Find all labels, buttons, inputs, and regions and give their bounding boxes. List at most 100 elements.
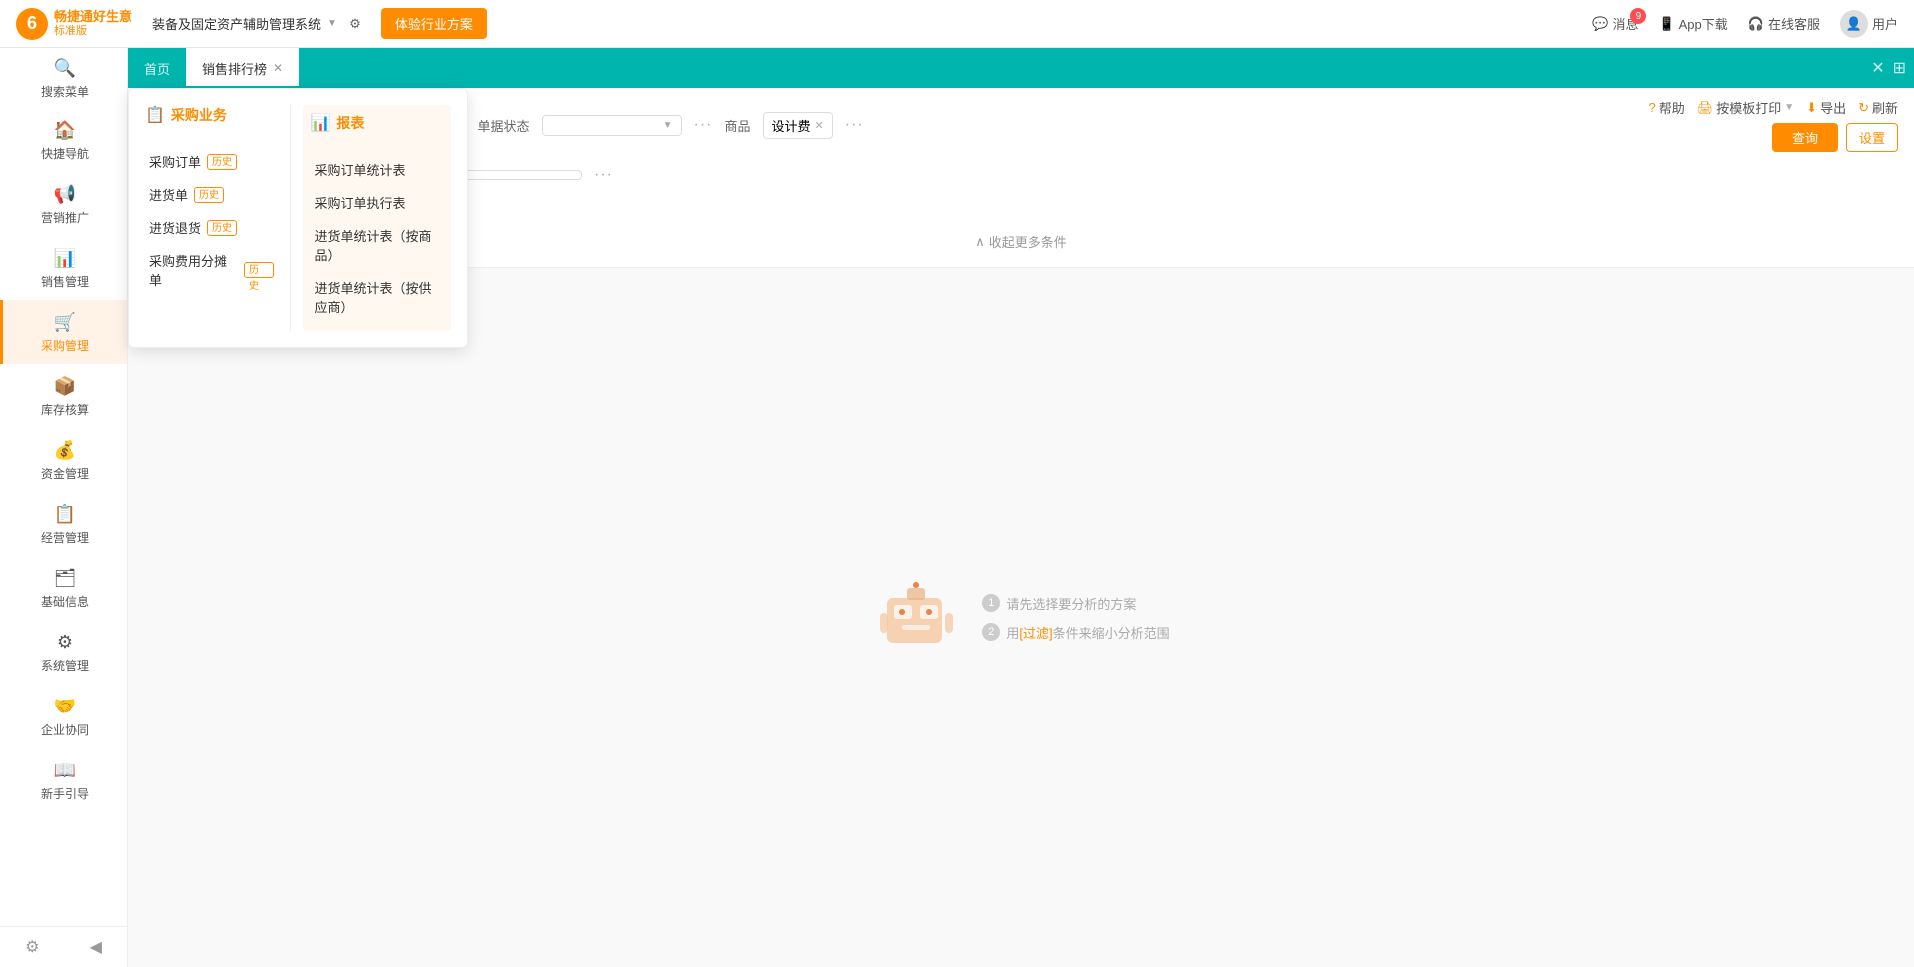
empty-state-text: 1 请先选择要分析的方案 2 用[过滤]条件来缩小分析范围 xyxy=(982,594,1169,642)
user-avatar: 👤 xyxy=(1840,10,1868,38)
search-icon: 🔍 xyxy=(54,58,76,79)
online-service-action[interactable]: 🎧 在线客服 xyxy=(1748,14,1820,33)
sidebar-settings-icon[interactable]: ⚙ xyxy=(25,937,39,957)
system-title-arrow-icon: ▼ xyxy=(327,18,337,29)
empty-state-wrapper: 1 请先选择要分析的方案 2 用[过滤]条件来缩小分析范围 xyxy=(872,573,1169,663)
message-icon: 💬 xyxy=(1592,16,1608,32)
purchase-icon: 🛒 xyxy=(54,312,76,333)
sidebar-item-cooperation[interactable]: 🤝 企业协同 xyxy=(0,684,127,748)
user-label: 用户 xyxy=(1872,14,1898,33)
dropdown-item-goods-receipt-stats-supplier[interactable]: 进货单统计表（按供应商） xyxy=(311,271,444,323)
tab-sales-rank[interactable]: 销售排行榜 ✕ xyxy=(186,48,299,88)
dropdown-item-purchase-order-exec[interactable]: 采购订单执行表 xyxy=(311,186,444,219)
voucher-status-label: 单据状态 xyxy=(478,116,530,135)
goods-label: 商品 xyxy=(725,116,751,135)
message-action[interactable]: 💬 消息 9 xyxy=(1592,14,1638,33)
empty-hint-1: 1 请先选择要分析的方案 xyxy=(982,594,1169,613)
help-action[interactable]: ? 帮助 xyxy=(1648,98,1684,117)
headset-icon: 🎧 xyxy=(1748,16,1764,32)
dropdown-cols: 📋 采购业务 采购订单 历史 进货单 历史 进货退货 历史 采购费用分摊单 xyxy=(145,105,451,331)
top-bar: 6 畅捷通好生意 标准版 装备及固定资产辅助管理系统 ▼ ⚙ 体验行业方案 💬 … xyxy=(0,0,1914,48)
phone-icon: 📱 xyxy=(1658,16,1674,32)
user-action[interactable]: 👤 用户 xyxy=(1840,10,1898,38)
goods-tag-close-icon[interactable]: ✕ xyxy=(815,119,824,132)
dropdown-col1-title: 📋 采购业务 xyxy=(145,105,278,133)
settings-icon-btn[interactable]: ⚙ xyxy=(341,10,369,38)
print-icon: 🖨 xyxy=(1697,100,1714,116)
voucher-status-dots[interactable]: ··· xyxy=(694,116,713,134)
help-label: 帮助 xyxy=(1659,98,1685,117)
tab-home[interactable]: 首页 xyxy=(128,48,186,88)
basic-info-icon: 🗂 xyxy=(54,568,77,589)
sidebar-search-label: 搜索菜单 xyxy=(41,83,89,100)
voucher-status-input[interactable]: ▼ xyxy=(542,115,682,136)
history-badge-goods-return: 历史 xyxy=(207,220,237,236)
system-title-text: 装备及固定资产辅助管理系统 xyxy=(152,14,321,33)
app-download-label: App下载 xyxy=(1679,14,1728,33)
sidebar-collapse-icon[interactable]: ◀ xyxy=(90,937,102,957)
app-download-action[interactable]: 📱 App下载 xyxy=(1658,14,1727,33)
dropdown-item-goods-receipt[interactable]: 进货单 历史 xyxy=(145,178,278,211)
dropdown-item-purchase-order[interactable]: 采购订单 历史 xyxy=(145,145,278,178)
system-icon: ⚙ xyxy=(57,632,73,653)
cooperation-icon: 🤝 xyxy=(54,696,76,717)
home-icon: 🏠 xyxy=(54,120,76,141)
sidebar-item-sales[interactable]: 📊 销售管理 xyxy=(0,236,127,300)
inventory-icon: 📦 xyxy=(54,376,76,397)
sidebar-item-finance[interactable]: 💰 资金管理 xyxy=(0,428,127,492)
marketing-icon: 📢 xyxy=(54,184,76,205)
print-label: 按模板打印 xyxy=(1716,98,1781,117)
tab-close-icon[interactable]: ✕ xyxy=(273,61,283,75)
sidebar-item-guide[interactable]: 📖 新手引导 xyxy=(0,748,127,812)
guide-icon: 📖 xyxy=(54,760,76,781)
sidebar-item-quick-nav[interactable]: 🏠 快捷导航 xyxy=(0,108,127,172)
purchase-business-icon: 📋 xyxy=(145,105,165,125)
refresh-label: 刷新 xyxy=(1872,98,1898,117)
tab-close-all-icon[interactable]: ✕ xyxy=(1871,58,1884,78)
sidebar-item-basic-info[interactable]: 🗂 基础信息 xyxy=(0,556,127,620)
goods-tag[interactable]: 设计费 ✕ xyxy=(763,112,833,139)
message-badge: 9 xyxy=(1630,8,1646,24)
tab-bar: 首页 销售排行榜 ✕ ✕ ⊞ xyxy=(128,48,1914,88)
history-badge-purchase-order: 历史 xyxy=(207,154,237,170)
sidebar-menu: 🔍 搜索菜单 🏠 快捷导航 📢 营销推广 📊 销售管理 🛒 采购管 xyxy=(0,48,127,926)
sidebar-item-search[interactable]: 🔍 搜索菜单 xyxy=(0,48,127,108)
query-button[interactable]: 查询 xyxy=(1772,123,1838,152)
logo-text: 畅捷通好生意 标准版 xyxy=(54,9,132,38)
sidebar-item-operations[interactable]: 📋 经营管理 xyxy=(0,492,127,556)
tab-maximize-icon[interactable]: ⊞ xyxy=(1893,58,1906,78)
sidebar-item-inventory[interactable]: 📦 库存核算 xyxy=(0,364,127,428)
sidebar-item-purchase[interactable]: 🛒 采购管理 xyxy=(0,300,127,364)
dropdown-item-purchase-expense[interactable]: 采购费用分摊单 历史 xyxy=(145,244,278,296)
filter-settings-button[interactable]: 设置 xyxy=(1846,123,1898,152)
refresh-action[interactable]: ↻ 刷新 xyxy=(1858,98,1898,117)
voucher-status-arrow-icon: ▼ xyxy=(663,120,673,131)
dropdown-col2-title: 📊 报表 xyxy=(311,113,444,141)
industry-btn[interactable]: 体验行业方案 xyxy=(381,8,487,39)
dropdown-col-purchase: 📋 采购业务 采购订单 历史 进货单 历史 进货退货 历史 采购费用分摊单 xyxy=(145,105,278,331)
dropdown-item-goods-return[interactable]: 进货退货 历史 xyxy=(145,211,278,244)
collapse-icon: ∧ xyxy=(975,234,985,250)
system-title[interactable]: 装备及固定资产辅助管理系统 ▼ xyxy=(152,14,337,33)
sidebar-item-system[interactable]: ⚙ 系统管理 xyxy=(0,620,127,684)
export-label: 导出 xyxy=(1820,98,1846,117)
finance-icon: 💰 xyxy=(54,440,76,461)
sidebar: 🔍 搜索菜单 🏠 快捷导航 📢 营销推广 📊 销售管理 🛒 采购管 xyxy=(0,48,128,967)
goods-tag-value: 设计费 xyxy=(772,116,811,135)
export-action[interactable]: ⬇ 导出 xyxy=(1806,98,1846,117)
dropdown-item-purchase-order-stats[interactable]: 采购订单统计表 xyxy=(311,153,444,186)
salesperson-dots[interactable]: ··· xyxy=(594,166,613,184)
empty-state-icon xyxy=(872,573,962,663)
logo-icon: 6 xyxy=(16,8,48,40)
toolbar-actions: ? 帮助 🖨 按模板打印 ▼ ⬇ 导出 xyxy=(1648,98,1898,117)
sidebar-item-marketing[interactable]: 📢 营销推广 xyxy=(0,172,127,236)
top-bar-right: 💬 消息 9 📱 App下载 🎧 在线客服 👤 用户 xyxy=(1592,10,1898,38)
tab-bar-right: ✕ ⊞ xyxy=(1871,58,1914,78)
print-action[interactable]: 🖨 按模板打印 ▼ xyxy=(1697,98,1794,117)
goods-dots[interactable]: ··· xyxy=(845,116,864,134)
operations-icon: 📋 xyxy=(54,504,76,525)
dropdown-item-goods-receipt-stats-product[interactable]: 进货单统计表（按商品） xyxy=(311,219,444,271)
print-dropdown-icon: ▼ xyxy=(1784,102,1794,113)
refresh-icon: ↻ xyxy=(1858,100,1869,116)
sales-icon: 📊 xyxy=(54,248,76,269)
